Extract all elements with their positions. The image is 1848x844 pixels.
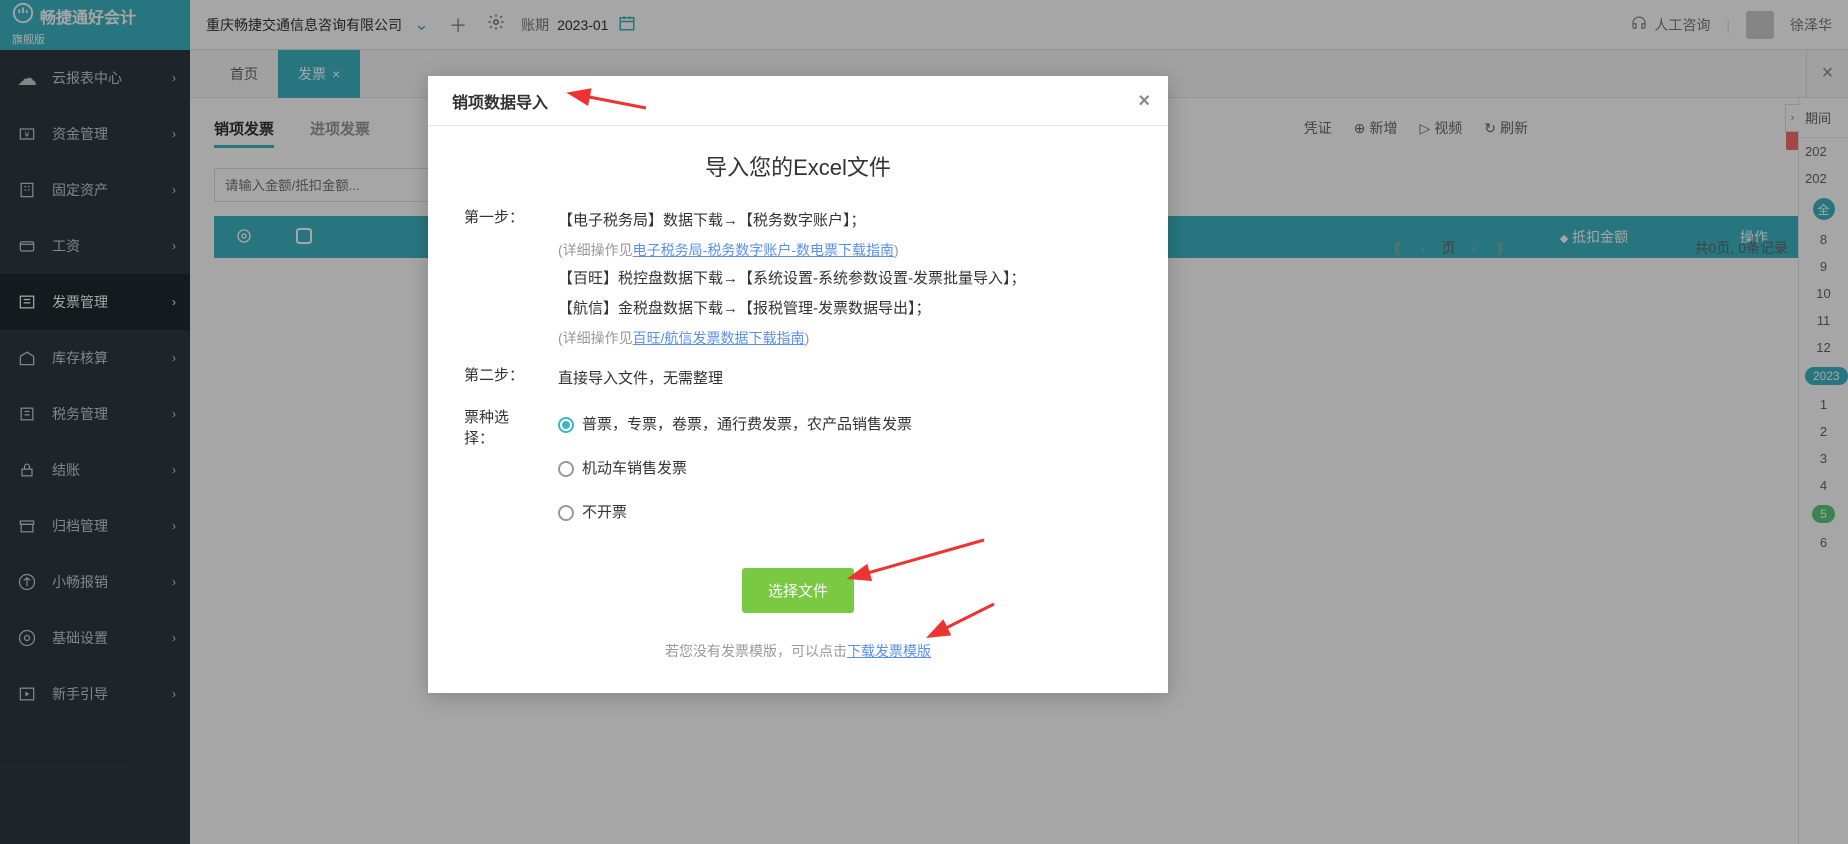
import-modal: 销项数据导入 × 导入您的Excel文件 第一步： 【电子税务局】数据下载→【税… [428,76,1168,693]
select-file-button[interactable]: 选择文件 [742,568,854,613]
type-label: 票种选择： [464,406,538,528]
step2-label: 第二步： [464,364,538,394]
modal-subtitle: 导入您的Excel文件 [464,150,1132,182]
step1-line1: 【电子税务局】数据下载→【税务数字账户】； [558,206,1132,236]
radio-label: 普票，专票，卷票，通行费发票，农产品销售发票 [582,410,912,440]
download-template-link[interactable]: 下载发票模版 [847,643,931,659]
radio-icon [558,461,574,477]
radio-vehicle[interactable]: 机动车销售发票 [558,454,1132,484]
step2-text: 直接导入文件，无需整理 [558,364,1132,394]
step1-line2: 【百旺】税控盘数据下载→【系统设置-系统参数设置-发票批量导入】； [558,264,1132,294]
step1-note1: (详细操作见电子税务局-税务数字账户-数电票下载指南) [558,236,1132,264]
step1-label: 第一步： [464,206,538,352]
radio-label: 不开票 [582,498,627,528]
close-icon[interactable]: × [1138,90,1150,113]
radio-label: 机动车销售发票 [582,454,687,484]
template-hint: 若您没有发票模版，可以点击下载发票模版 [464,641,1132,661]
radio-icon [558,417,574,433]
guide-link-bwhx[interactable]: 百旺/航信发票数据下载指南 [633,330,805,346]
step1-line3: 【航信】金税盘数据下载→【报税管理-发票数据导出】； [558,294,1132,324]
modal-header: 销项数据导入 × [428,76,1168,126]
radio-none[interactable]: 不开票 [558,498,1132,528]
radio-normal[interactable]: 普票，专票，卷票，通行费发票，农产品销售发票 [558,410,1132,440]
guide-link-etax[interactable]: 电子税务局-税务数字账户-数电票下载指南 [633,242,894,258]
modal-title: 销项数据导入 [452,89,548,113]
radio-icon [558,505,574,521]
step1-note2: (详细操作见百旺/航信发票数据下载指南) [558,324,1132,352]
